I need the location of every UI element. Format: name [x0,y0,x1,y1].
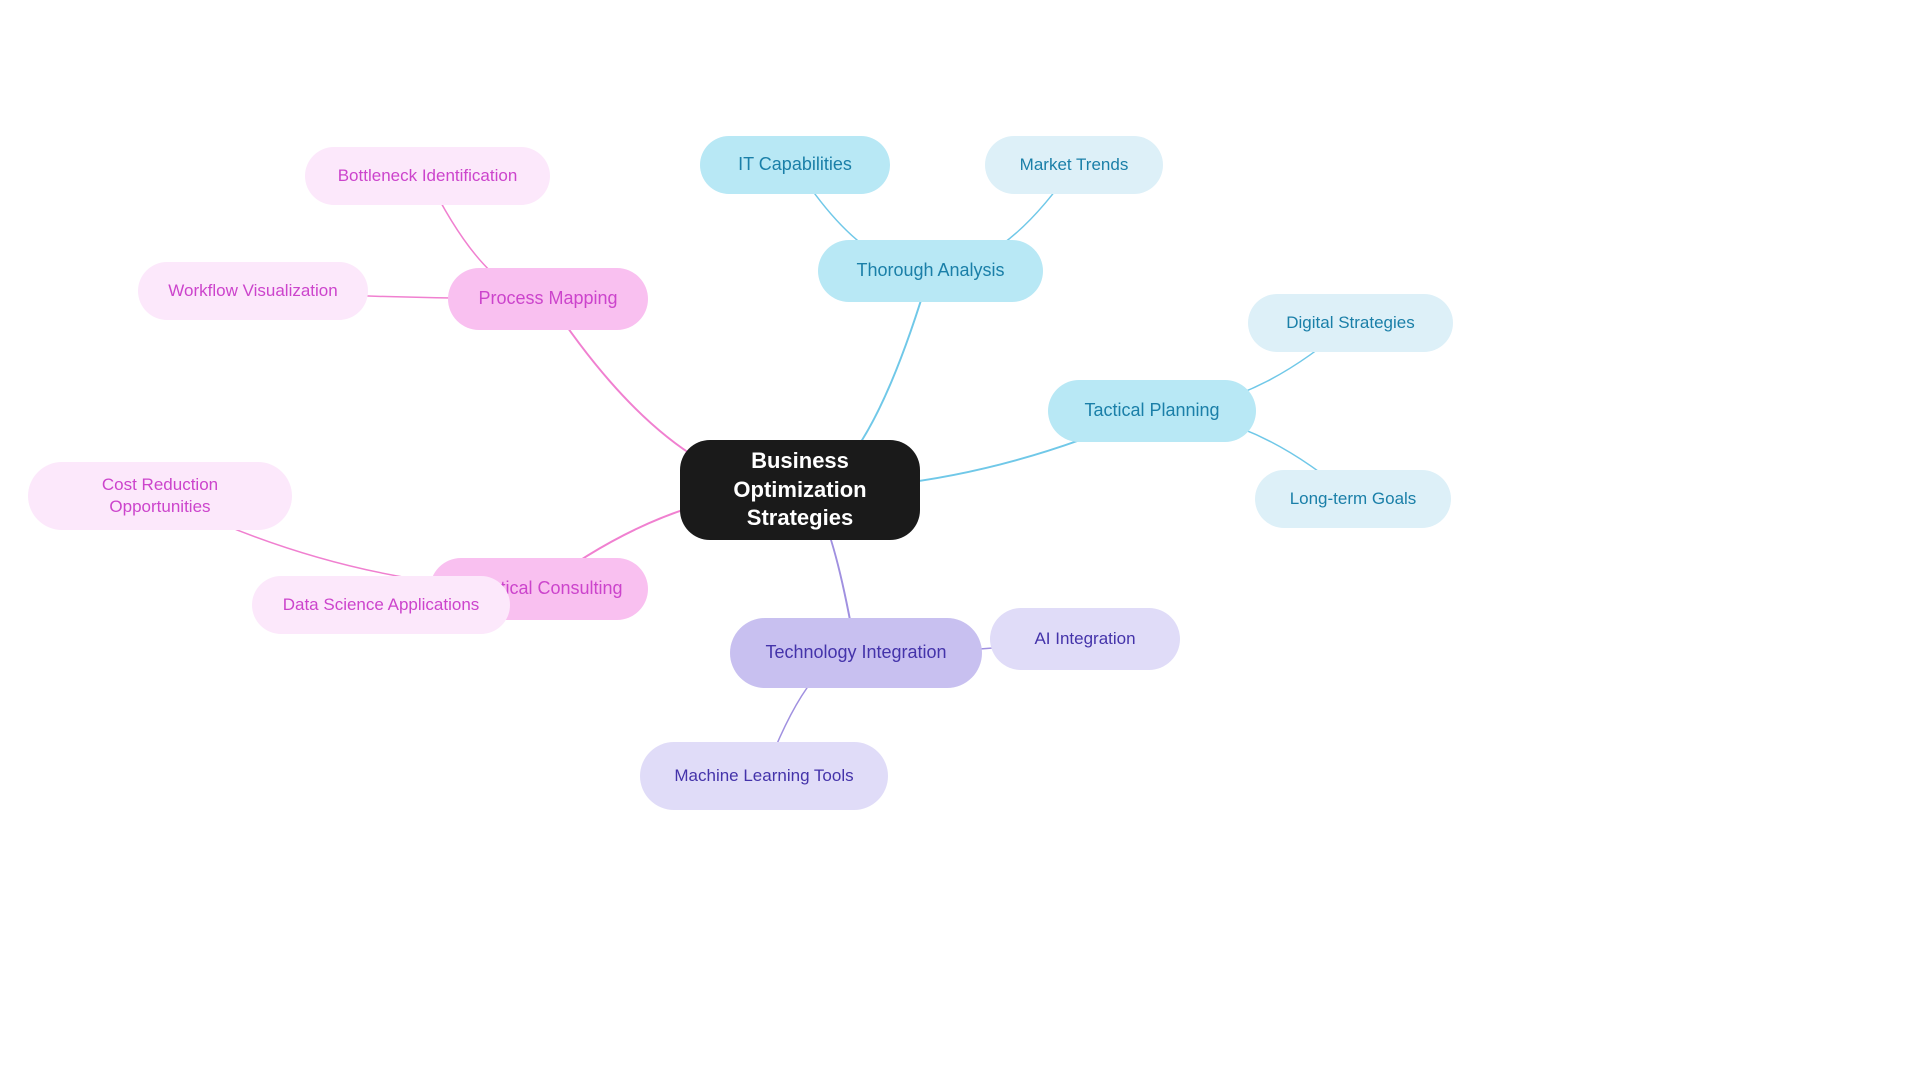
machine-learning-node: Machine Learning Tools [640,742,888,810]
market-trends-label: Market Trends [1020,154,1129,176]
it-capabilities-node: IT Capabilities [700,136,890,194]
ai-integration-label: AI Integration [1034,628,1135,650]
machine-learning-label: Machine Learning Tools [674,765,853,787]
tactical-planning-label: Tactical Planning [1084,399,1219,422]
bottleneck-label: Bottleneck Identification [338,165,518,187]
bottleneck-node: Bottleneck Identification [305,147,550,205]
long-term-goals-label: Long-term Goals [1290,488,1417,510]
thorough-analysis-node: Thorough Analysis [818,240,1043,302]
tech-integration-node: Technology Integration [730,618,982,688]
tech-integration-label: Technology Integration [765,641,946,664]
cost-reduction-node: Cost Reduction Opportunities [28,462,292,530]
ai-integration-node: AI Integration [990,608,1180,670]
process-mapping-label: Process Mapping [478,287,617,310]
digital-strategies-node: Digital Strategies [1248,294,1453,352]
workflow-node: Workflow Visualization [138,262,368,320]
workflow-label: Workflow Visualization [168,280,337,302]
market-trends-node: Market Trends [985,136,1163,194]
center-node: Business Optimization Strategies [680,440,920,540]
center-label: Business Optimization Strategies [704,447,896,533]
process-mapping-node: Process Mapping [448,268,648,330]
data-science-label: Data Science Applications [283,594,480,616]
digital-strategies-label: Digital Strategies [1286,312,1415,334]
long-term-goals-node: Long-term Goals [1255,470,1451,528]
tactical-planning-node: Tactical Planning [1048,380,1256,442]
thorough-analysis-label: Thorough Analysis [856,259,1004,282]
it-capabilities-label: IT Capabilities [738,153,852,176]
data-science-node: Data Science Applications [252,576,510,634]
cost-reduction-label: Cost Reduction Opportunities [102,474,218,518]
